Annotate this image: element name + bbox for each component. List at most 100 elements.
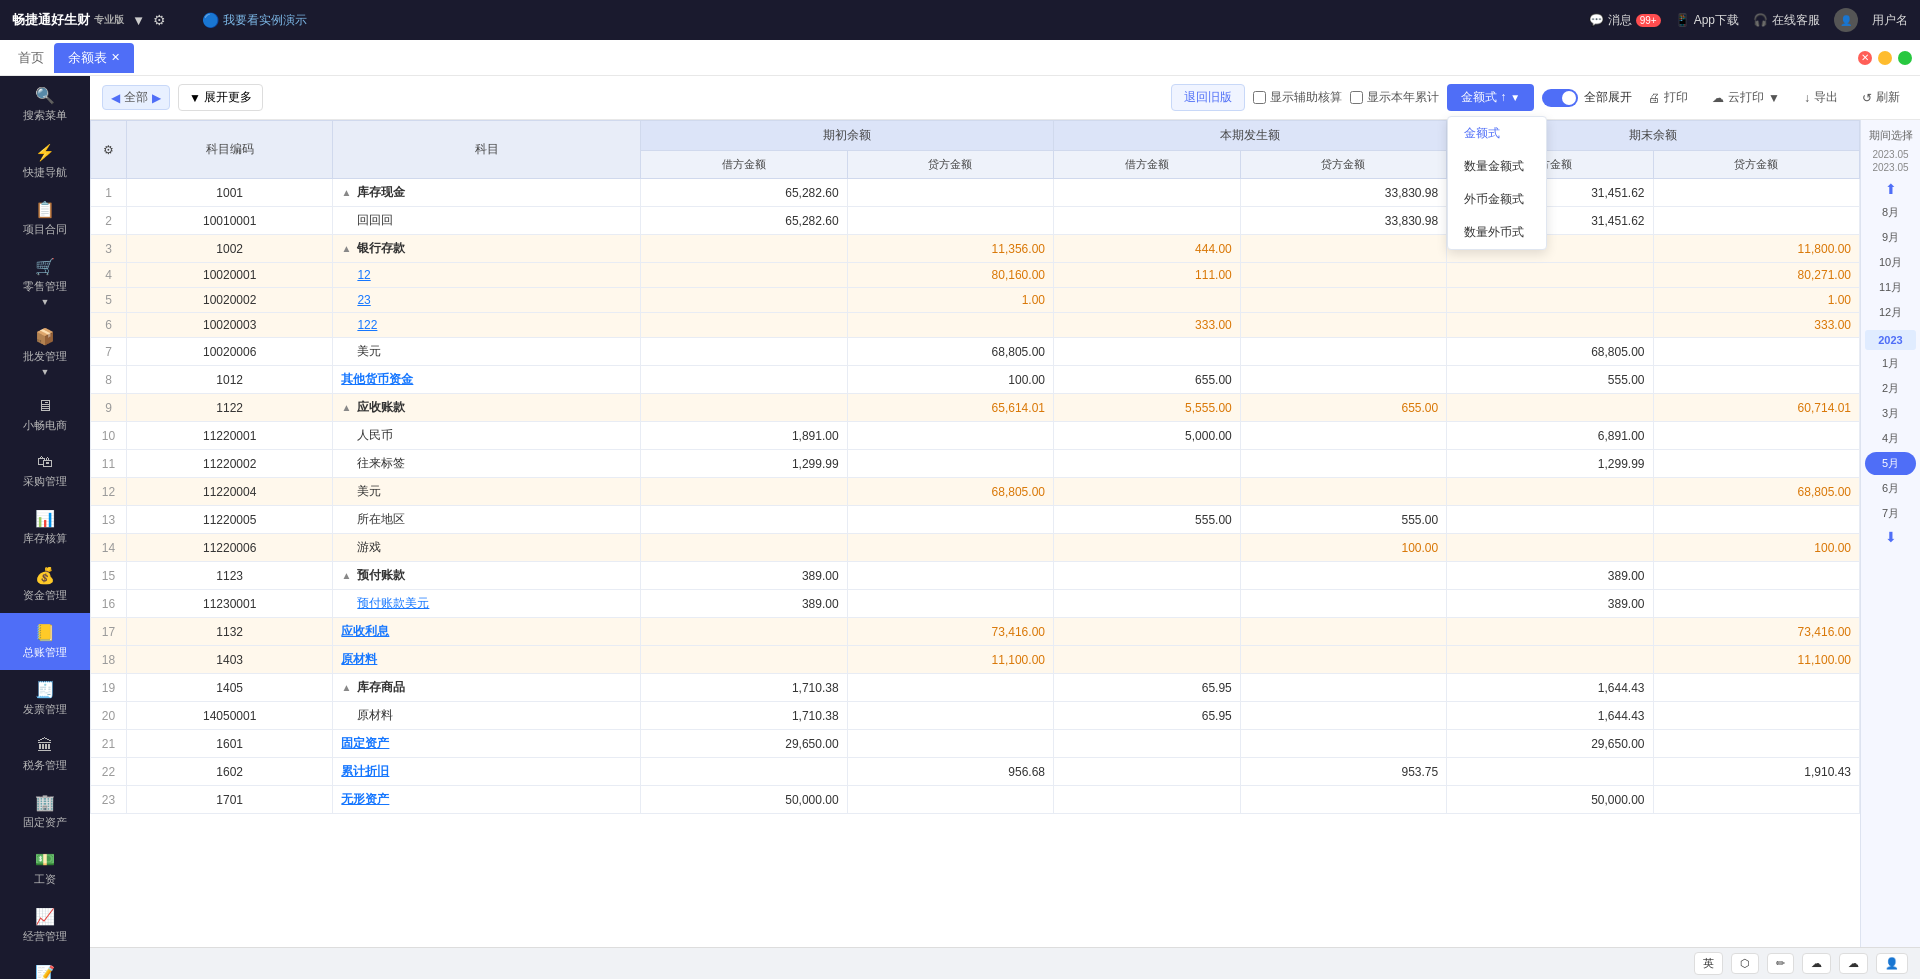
col-settings[interactable]: ⚙ xyxy=(91,121,127,179)
sidebar-item-inventory[interactable]: 📊 库存核算 xyxy=(0,499,90,556)
win-close-btn[interactable]: ✕ xyxy=(1858,51,1872,65)
download-btn[interactable]: 📱 App下载 xyxy=(1675,12,1739,29)
month-9[interactable]: 9月 xyxy=(1865,226,1916,249)
win-minimize-btn[interactable] xyxy=(1878,51,1892,65)
lang-btn[interactable]: 英 xyxy=(1694,952,1723,975)
sidebar-item-invoice[interactable]: 🧾 发票管理 xyxy=(0,670,90,727)
tab-close-icon[interactable]: ✕ xyxy=(111,51,120,64)
toggle-switch-icon[interactable] xyxy=(1542,89,1578,107)
retail-icon: 🛒 xyxy=(35,257,55,276)
row-name-5[interactable]: 122 xyxy=(333,313,641,338)
sidebar-item-retail[interactable]: 🛒 零售管理 ▼ xyxy=(0,247,90,317)
menu-item-qty-amount[interactable]: 数量金额式 xyxy=(1448,150,1546,183)
row-name-15[interactable]: 预付账款美元 xyxy=(333,590,641,618)
row-name-22[interactable]: 无形资产 xyxy=(333,786,641,814)
support-btn[interactable]: 🎧 在线客服 xyxy=(1753,12,1820,29)
month-4[interactable]: 4月 xyxy=(1865,427,1916,450)
print-btn[interactable]: 🖨 打印 xyxy=(1640,85,1696,110)
quicknav-icon: ⚡ xyxy=(35,143,55,162)
sidebar-item-ledger[interactable]: 📒 总账管理 xyxy=(0,613,90,670)
edit-icon[interactable]: ✏ xyxy=(1767,953,1794,974)
expand-more-btn[interactable]: ▼ 展开更多 xyxy=(178,84,263,111)
row-ob-debit-20: 29,650.00 xyxy=(641,730,847,758)
month-1[interactable]: 1月 xyxy=(1865,352,1916,375)
sidebar-item-wholesale[interactable]: 📦 批发管理 ▼ xyxy=(0,317,90,387)
cloud-icon-2[interactable]: ☁ xyxy=(1839,953,1868,974)
user-avatar[interactable]: 👤 xyxy=(1834,8,1858,32)
right-panel-title: 期间选择 xyxy=(1869,128,1913,143)
auxiliary-checkbox[interactable] xyxy=(1253,91,1266,104)
sidebar-item-finance[interactable]: 💰 资金管理 xyxy=(0,556,90,613)
assets-icon: 🏢 xyxy=(35,793,55,812)
demo-link[interactable]: 🔵 我要看实例演示 xyxy=(202,12,307,29)
row-pa-debit-18: 65.95 xyxy=(1053,674,1240,702)
row-ob-credit-4: 1.00 xyxy=(847,288,1053,313)
month-3[interactable]: 3月 xyxy=(1865,402,1916,425)
period-up-icon[interactable]: ⬆ xyxy=(1883,179,1899,199)
show-auxiliary-check[interactable]: 显示辅助核算 xyxy=(1253,89,1342,106)
cloud-icon-1[interactable]: ☁ xyxy=(1802,953,1831,974)
ytd-checkbox[interactable] xyxy=(1350,91,1363,104)
row-pa-debit-11 xyxy=(1053,478,1240,506)
print-icon: 🖨 xyxy=(1648,91,1660,105)
all-expand-toggle[interactable]: 全部展开 xyxy=(1542,89,1632,107)
row-pa-debit-2: 444.00 xyxy=(1053,235,1240,263)
top-actions: 💬 消息 99+ 📱 App下载 🎧 在线客服 👤 用户名 xyxy=(1589,8,1908,32)
tab-balance[interactable]: 余额表 ✕ xyxy=(54,43,134,73)
user-icon[interactable]: 👤 xyxy=(1876,953,1908,974)
month-12[interactable]: 12月 xyxy=(1865,301,1916,324)
month-6[interactable]: 6月 xyxy=(1865,477,1916,500)
hex-icon[interactable]: ⬡ xyxy=(1731,953,1759,974)
export-btn[interactable]: ↓ 导出 xyxy=(1796,85,1846,110)
refresh-btn[interactable]: ↺ 刷新 xyxy=(1854,85,1908,110)
col-pa-debit-header: 借方金额 xyxy=(1053,151,1240,179)
cloud-print-btn[interactable]: ☁ 云打印 ▼ xyxy=(1704,85,1788,110)
month-5[interactable]: 5月 xyxy=(1865,452,1916,475)
row-name-20[interactable]: 固定资产 xyxy=(333,730,641,758)
row-ob-debit-21 xyxy=(641,758,847,786)
breadcrumb-forward-icon[interactable]: ▶ xyxy=(152,91,161,105)
row-ob-debit-17 xyxy=(641,646,847,674)
year-2023[interactable]: 2023 xyxy=(1865,330,1916,350)
row-name-21[interactable]: 累计折旧 xyxy=(333,758,641,786)
show-ytd-check[interactable]: 显示本年累计 xyxy=(1350,89,1439,106)
sidebar-item-quicknav[interactable]: ⚡ 快捷导航 xyxy=(0,133,90,190)
table-row: 18 1403 原材料 11,100.00 11,100.00 xyxy=(91,646,1860,674)
message-btn[interactable]: 💬 消息 99+ xyxy=(1589,12,1661,29)
period-down-icon[interactable]: ⬇ xyxy=(1883,527,1899,547)
settings-gear-icon[interactable]: ⚙ xyxy=(153,12,166,28)
sidebar-item-tax[interactable]: 🏛 税务管理 xyxy=(0,727,90,783)
logo-dropdown[interactable]: ▼ xyxy=(132,13,145,28)
menu-item-qty-foreign[interactable]: 数量外币式 xyxy=(1448,216,1546,249)
win-maximize-btn[interactable] xyxy=(1898,51,1912,65)
month-7[interactable]: 7月 xyxy=(1865,502,1916,525)
back-old-version-btn[interactable]: 退回旧版 xyxy=(1171,84,1245,111)
sidebar-item-ecommerce[interactable]: 🖥 小畅电商 xyxy=(0,387,90,443)
month-2[interactable]: 2月 xyxy=(1865,377,1916,400)
row-pa-credit-15 xyxy=(1240,590,1446,618)
row-name-4[interactable]: 23 xyxy=(333,288,641,313)
row-name-16[interactable]: 应收利息 xyxy=(333,618,641,646)
sidebar-item-payroll[interactable]: 💵 工资 xyxy=(0,840,90,897)
row-name-3[interactable]: 12 xyxy=(333,263,641,288)
row-name-7[interactable]: 其他货币资金 xyxy=(333,366,641,394)
menu-item-foreign-amount[interactable]: 外币金额式 xyxy=(1448,183,1546,216)
month-11[interactable]: 11月 xyxy=(1865,276,1916,299)
breadcrumb-back-icon[interactable]: ◀ xyxy=(111,91,120,105)
purchase-icon: 🛍 xyxy=(37,453,53,471)
sidebar-item-purchase[interactable]: 🛍 采购管理 xyxy=(0,443,90,499)
mode-dropdown-btn[interactable]: 金额式 ↑ ▼ xyxy=(1447,84,1534,111)
row-name-17[interactable]: 原材料 xyxy=(333,646,641,674)
menu-item-amount[interactable]: 金额式 xyxy=(1448,117,1546,150)
sidebar-item-project[interactable]: 📋 项目合同 xyxy=(0,190,90,247)
tab-home[interactable]: 首页 xyxy=(8,43,54,73)
sidebar-item-smallreport[interactable]: 📝 小畅报销 xyxy=(0,954,90,979)
row-ob-credit-18 xyxy=(847,674,1053,702)
month-10[interactable]: 10月 xyxy=(1865,251,1916,274)
sidebar-item-operations[interactable]: 📈 经营管理 xyxy=(0,897,90,954)
project-icon: 📋 xyxy=(35,200,55,219)
refresh-icon: ↺ xyxy=(1862,91,1872,105)
sidebar-item-search[interactable]: 🔍 搜索菜单 xyxy=(0,76,90,133)
sidebar-item-assets[interactable]: 🏢 固定资产 xyxy=(0,783,90,840)
month-8[interactable]: 8月 xyxy=(1865,201,1916,224)
